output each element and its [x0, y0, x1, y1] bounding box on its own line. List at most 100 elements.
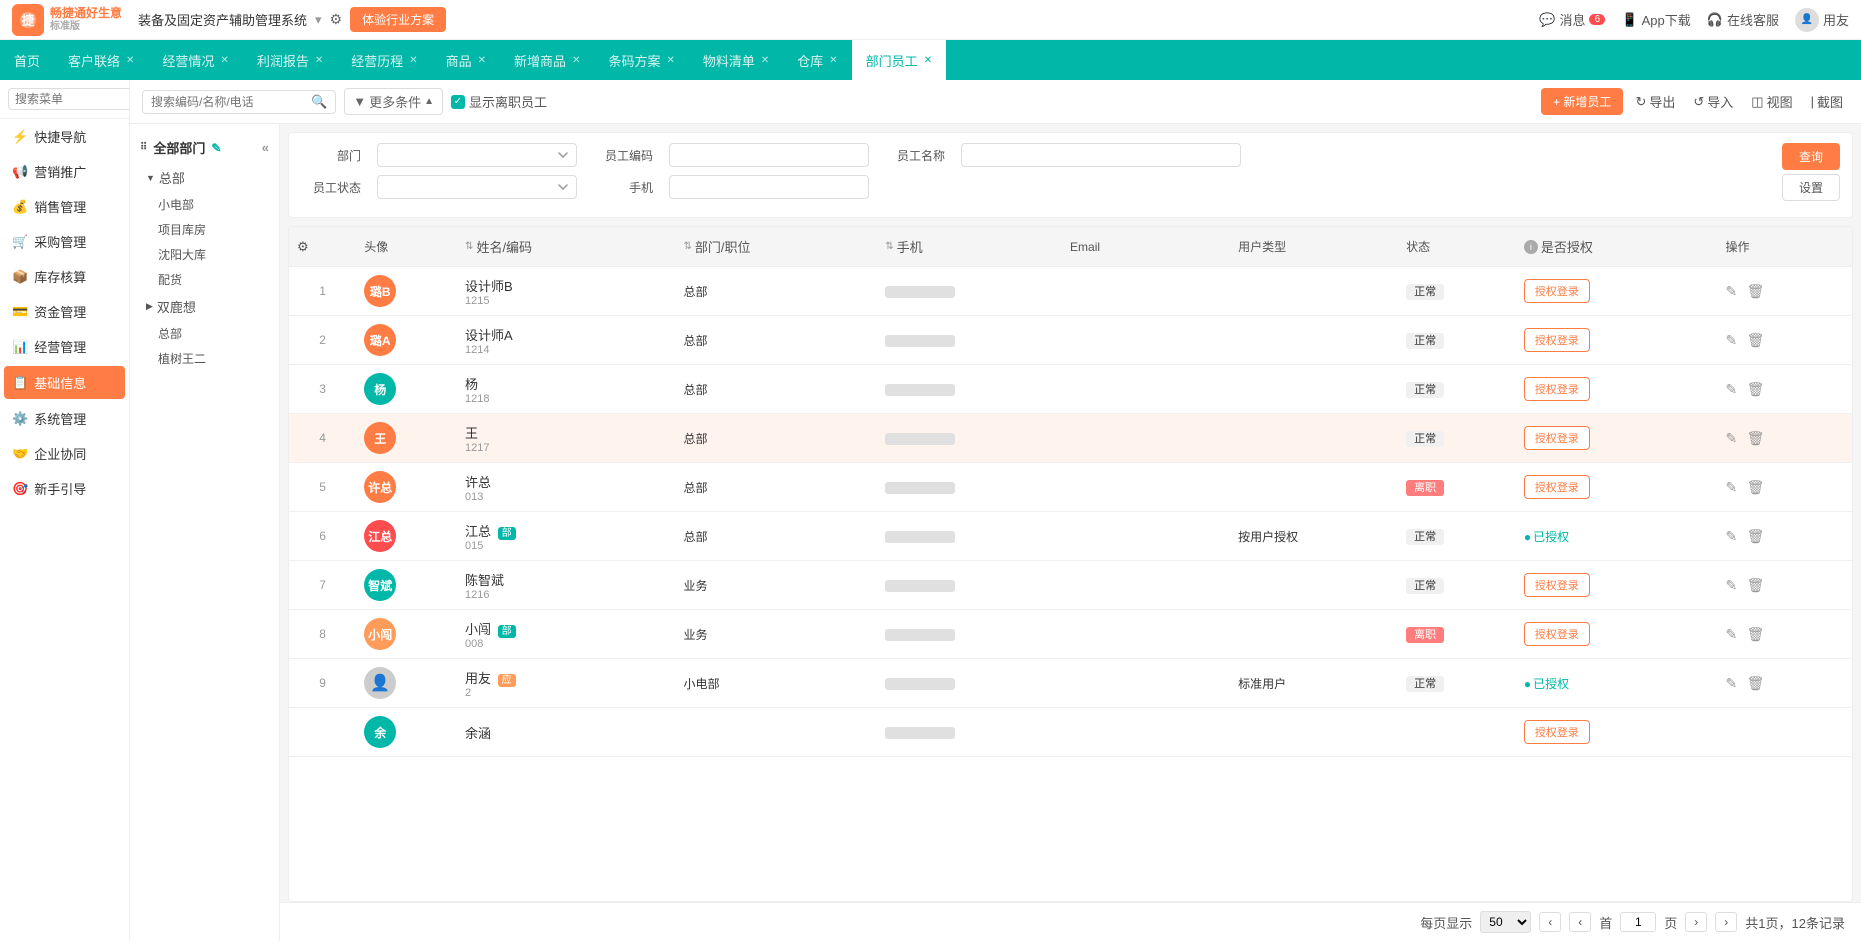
tab-home[interactable]: 首页	[0, 40, 54, 80]
dept-sub-shenyang[interactable]: 沈阳大库	[130, 242, 279, 267]
dept-sub-hq2[interactable]: 总部	[130, 321, 279, 346]
import-button[interactable]: ↺ 导入	[1687, 88, 1739, 115]
sidebar-search-input[interactable]	[8, 88, 130, 110]
auth-button[interactable]: 授权登录	[1524, 573, 1590, 597]
edit-button[interactable]: ✎	[1725, 577, 1737, 593]
sidebar-item-basic[interactable]: 📋 基础信息	[4, 366, 125, 399]
sidebar-item-marketing[interactable]: 📢 营销推广	[0, 154, 129, 189]
tab-journey[interactable]: 经营历程 ✕	[337, 40, 431, 80]
close-icon[interactable]: ✕	[666, 55, 674, 66]
emp-status-select[interactable]	[377, 175, 577, 199]
delete-button[interactable]: 🗑	[1747, 577, 1765, 593]
sidebar-item-inventory[interactable]: 📦 库存核算	[0, 259, 129, 294]
tab-profit[interactable]: 利润报告 ✕	[243, 40, 337, 80]
sidebar-item-system[interactable]: ⚙️ 系统管理	[0, 401, 129, 436]
tab-bom[interactable]: 物料清单 ✕	[689, 40, 783, 80]
tab-customer[interactable]: 客户联络 ✕	[54, 40, 148, 80]
app-download-button[interactable]: 📱 App下载	[1621, 10, 1690, 29]
query-button[interactable]: 查询	[1782, 143, 1840, 170]
emp-name-input[interactable]	[961, 143, 1241, 167]
dept-edit-icon[interactable]: ✎	[211, 141, 221, 155]
search-input[interactable]	[151, 95, 311, 109]
page-number-input[interactable]	[1620, 912, 1656, 932]
delete-button[interactable]: 🗑	[1747, 626, 1765, 642]
close-icon[interactable]: ✕	[478, 55, 486, 66]
close-icon[interactable]: ✕	[761, 55, 769, 66]
close-icon[interactable]: ✕	[409, 55, 417, 66]
edit-button[interactable]: ✎	[1725, 332, 1737, 348]
delete-button[interactable]: 🗑	[1747, 479, 1765, 495]
search-icon[interactable]: 🔍	[311, 94, 327, 110]
sidebar-item-sales[interactable]: 💰 销售管理	[0, 189, 129, 224]
delete-button[interactable]: 🗑	[1747, 332, 1765, 348]
delete-button[interactable]: 🗑	[1747, 381, 1765, 397]
sidebar-item-finance[interactable]: 💳 资金管理	[0, 294, 129, 329]
tab-add-goods[interactable]: 新增商品 ✕	[500, 40, 594, 80]
th-dept[interactable]: ⇅部门/职位	[676, 227, 878, 267]
auth-button[interactable]: 授权登录	[1524, 426, 1590, 450]
close-icon[interactable]: ✕	[220, 55, 228, 66]
delete-button[interactable]: 🗑	[1747, 675, 1765, 691]
edit-button[interactable]: ✎	[1725, 381, 1737, 397]
close-icon[interactable]: ✕	[924, 55, 932, 66]
settings-icon[interactable]: ⚙	[297, 239, 309, 254]
edit-button[interactable]: ✎	[1725, 675, 1737, 691]
dept-node-shuanglu[interactable]: ▶ 双鹿想	[130, 292, 279, 321]
gear-icon[interactable]: ⚙	[330, 11, 343, 28]
dept-sub-project[interactable]: 项目库房	[130, 217, 279, 242]
tab-warehouse[interactable]: 仓库 ✕	[783, 40, 851, 80]
reset-button[interactable]: 设置	[1782, 174, 1840, 201]
trial-button[interactable]: 体验行业方案	[350, 7, 446, 32]
export-button[interactable]: ↻ 导出	[1629, 88, 1681, 115]
th-name-code[interactable]: ⇅姓名/编码	[457, 227, 675, 267]
first-page-button[interactable]: ‹	[1539, 912, 1561, 932]
tab-management[interactable]: 经营情况 ✕	[148, 40, 242, 80]
auth-button[interactable]: 授权登录	[1524, 622, 1590, 646]
auth-button[interactable]: 授权登录	[1524, 475, 1590, 499]
sidebar-item-collab[interactable]: 🤝 企业协同	[0, 436, 129, 471]
dept-sub-small-elec[interactable]: 小电部	[130, 192, 279, 217]
collapse-icon[interactable]: «	[262, 140, 269, 155]
auth-button[interactable]: 授权登录	[1524, 720, 1590, 744]
delete-button[interactable]: 🗑	[1747, 283, 1765, 299]
message-button[interactable]: 💬 消息 6	[1539, 10, 1605, 29]
dept-sub-distribution[interactable]: 配货	[130, 267, 279, 292]
sidebar-item-operation[interactable]: 📊 经营管理	[0, 329, 129, 364]
view-button[interactable]: ◫ 视图	[1745, 88, 1798, 115]
per-page-select[interactable]: 50 100	[1480, 911, 1531, 933]
sidebar-item-purchase[interactable]: 🛒 采购管理	[0, 224, 129, 259]
prev-page-button[interactable]: ‹	[1569, 912, 1591, 932]
dept-node-headquarters[interactable]: ▼ 总部	[130, 163, 279, 192]
edit-button[interactable]: ✎	[1725, 430, 1737, 446]
edit-button[interactable]: ✎	[1725, 283, 1737, 299]
dropdown-arrow[interactable]: ▾	[315, 12, 322, 28]
dept-filter-select[interactable]	[377, 143, 577, 167]
emp-code-input[interactable]	[669, 143, 869, 167]
delete-button[interactable]: 🗑	[1747, 430, 1765, 446]
delete-button[interactable]: 🗑	[1747, 528, 1765, 544]
tab-goods[interactable]: 商品 ✕	[432, 40, 500, 80]
show-resigned-checkbox[interactable]: ✓ 显示离职员工	[451, 92, 547, 111]
last-page-button[interactable]: ›	[1715, 912, 1737, 932]
user-area[interactable]: 👤 用友	[1795, 8, 1849, 32]
sidebar-item-shortcut[interactable]: ⚡ 快捷导航	[0, 119, 129, 154]
more-conditions-button[interactable]: ▼ 更多条件 ▲	[344, 88, 443, 115]
tab-department[interactable]: 部门员工 ✕	[852, 40, 946, 80]
online-service-button[interactable]: 🎧 在线客服	[1707, 10, 1779, 29]
dept-sub-plant[interactable]: 植树王二	[130, 346, 279, 371]
auth-button[interactable]: 授权登录	[1524, 377, 1590, 401]
close-icon[interactable]: ✕	[126, 55, 134, 66]
close-icon[interactable]: ✕	[315, 55, 323, 66]
edit-button[interactable]: ✎	[1725, 528, 1737, 544]
close-icon[interactable]: ✕	[829, 55, 837, 66]
close-icon[interactable]: ✕	[572, 55, 580, 66]
edit-button[interactable]: ✎	[1725, 626, 1737, 642]
th-settings[interactable]: ⚙	[289, 227, 356, 267]
auth-button[interactable]: 授权登录	[1524, 328, 1590, 352]
add-employee-button[interactable]: + 新增员工	[1541, 88, 1623, 115]
auth-button[interactable]: 授权登录	[1524, 279, 1590, 303]
th-phone[interactable]: ⇅手机	[877, 227, 1062, 267]
edit-button[interactable]: ✎	[1725, 479, 1737, 495]
phone-input[interactable]	[669, 175, 869, 199]
next-page-button[interactable]: ›	[1685, 912, 1707, 932]
